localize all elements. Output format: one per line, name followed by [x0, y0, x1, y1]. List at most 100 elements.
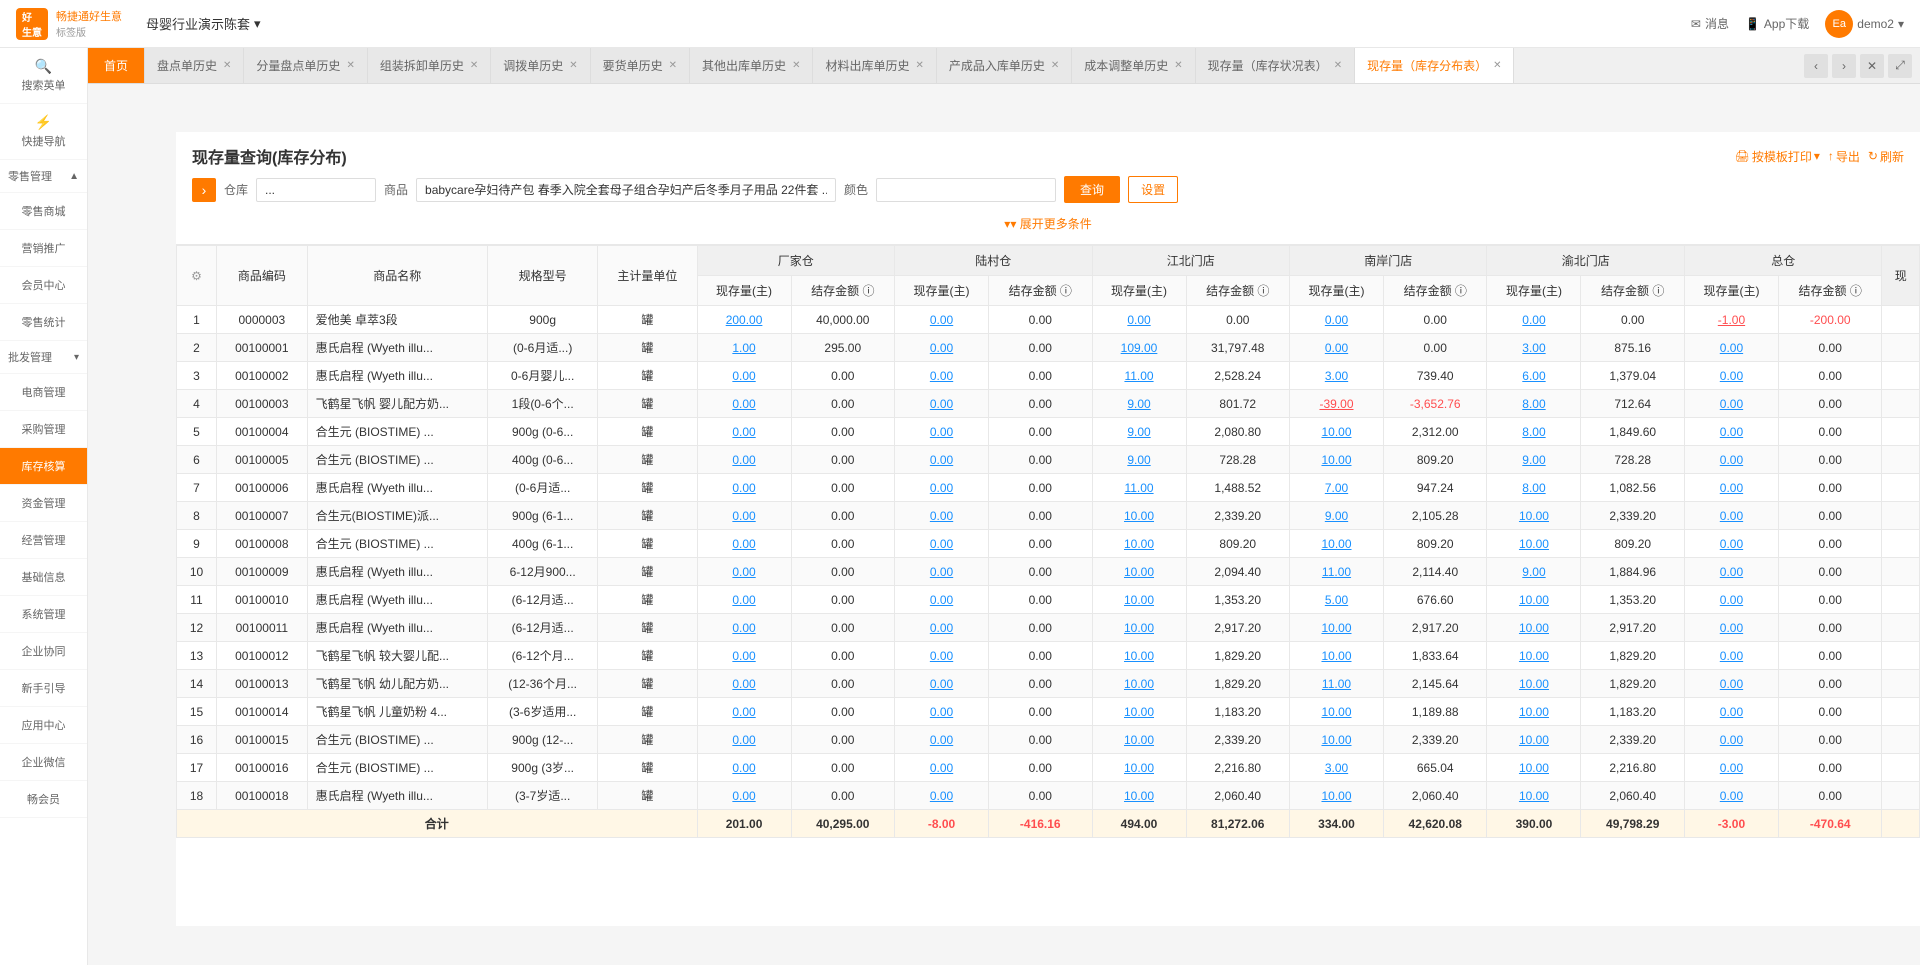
table-row: 10000003爱他美 卓萃3段900g罐200.0040,000.000.00… — [177, 306, 1920, 334]
logo-icon: 好生意 — [16, 8, 48, 40]
page-header: 现存量查询(库存分布) 🖨 按模板打印 ▾ ↑ 导出 ↻ 刷新 — [176, 132, 1920, 168]
expand-more-btn[interactable]: ▾▾ 展开更多条件 — [1004, 215, 1091, 232]
table-row: 900100008合生元 (BIOSTIME) ...400g (6-1...罐… — [177, 530, 1920, 558]
tab-transfer[interactable]: 调拨单历史 ✕ — [491, 48, 590, 84]
table-row: 1100100010惠氏启程 (Wyeth illu...(6-12月适...罐… — [177, 586, 1920, 614]
th-jb-qty: 现存量(主) — [1092, 276, 1186, 306]
sidebar-item-member2[interactable]: 畅会员 — [0, 781, 87, 818]
sidebar-item-retail[interactable]: 零售管理 ▲ — [0, 160, 87, 193]
tab-close-btn[interactable]: ✕ — [1493, 60, 1501, 71]
tab-stock-status[interactable]: 现存量（库存状况表） ✕ — [1196, 48, 1355, 84]
print-icon: 🖨 — [1735, 149, 1750, 163]
tab-material-out[interactable]: 材料出库单历史 ✕ — [813, 48, 936, 84]
sidebar-item-purchase[interactable]: 采购管理 — [0, 411, 87, 448]
sidebar-item-member[interactable]: 会员中心 — [0, 267, 87, 304]
tab-controls: ‹ › ✕ ⤢ — [1796, 54, 1920, 78]
sidebar-item-inventory[interactable]: 库存核算 — [0, 448, 87, 485]
table-row: 1400100013飞鹤星飞帆 幼儿配方奶...(12-36个月...罐0.00… — [177, 670, 1920, 698]
sidebar-item-enterprise[interactable]: 企业协同 — [0, 633, 87, 670]
goods-input[interactable] — [416, 178, 836, 202]
color-input[interactable] — [876, 178, 1056, 202]
tab-close-btn[interactable]: ✕ — [1334, 60, 1342, 71]
sidebar-item-system[interactable]: 系统管理 — [0, 596, 87, 633]
tab-cost-adjust[interactable]: 成本调整单历史 ✕ — [1072, 48, 1195, 84]
export-icon: ↑ — [1828, 149, 1834, 163]
tab-next-btn[interactable]: › — [1832, 54, 1856, 78]
tab-close-btn[interactable]: ✕ — [470, 60, 478, 71]
th-code: 商品编码 — [217, 246, 308, 306]
tab-close-btn[interactable]: ✕ — [915, 60, 923, 71]
table-row: 1600100015合生元 (BIOSTIME) ...900g (12-...… — [177, 726, 1920, 754]
sidebar-item-basic[interactable]: 基础信息 — [0, 559, 87, 596]
sidebar-item-marketing[interactable]: 营销推广 — [0, 230, 87, 267]
sidebar-item-wechat[interactable]: 企业微信 — [0, 744, 87, 781]
sidebar-item-retail-shop[interactable]: 零售商城 — [0, 193, 87, 230]
th-spec: 规格型号 — [487, 246, 597, 306]
sidebar-item-finance[interactable]: 资金管理 — [0, 485, 87, 522]
th-total-wh: 总仓 — [1684, 246, 1881, 276]
tab-close-btn[interactable]: ✕ — [223, 60, 231, 71]
refresh-btn[interactable]: ↻ 刷新 — [1868, 148, 1904, 165]
logo-area: 好生意 畅捷通好生意 标签版 母婴行业演示陈套 ▾ — [16, 8, 261, 40]
th-name: 商品名称 — [307, 246, 487, 306]
sidebar-item-operation[interactable]: 经营管理 — [0, 522, 87, 559]
tab-close-btn[interactable]: ✕ — [569, 60, 577, 71]
warehouse-label: 仓库 — [224, 181, 248, 198]
download-icon: 📱 — [1745, 17, 1760, 31]
industry-selector[interactable]: 母婴行业演示陈套 ▾ — [146, 14, 261, 33]
filter-row-1: › 仓库 商品 颜色 查询 设置 — [192, 176, 1904, 203]
page-title: 现存量查询(库存分布) — [192, 144, 347, 168]
table-row: 200100001惠氏启程 (Wyeth illu...(0-6月适...)罐1… — [177, 334, 1920, 362]
tab-product-in[interactable]: 产成品入库单历史 ✕ — [937, 48, 1072, 84]
table-row: 400100003飞鹤星飞帆 婴儿配方奶...1段(0-6个...罐0.000.… — [177, 390, 1920, 418]
tab-close-all-btn[interactable]: ✕ — [1860, 54, 1884, 78]
tab-stock-dist[interactable]: 现存量（库存分布表） ✕ — [1355, 48, 1514, 84]
warehouse-input[interactable] — [256, 178, 376, 202]
th-yb-qty: 现存量(主) — [1487, 276, 1581, 306]
print-btn[interactable]: 🖨 按模板打印 ▾ — [1735, 148, 1820, 165]
inventory-table: ⚙ 商品编码 商品名称 规格型号 主计量单位 厂家仓 陆村仓 江北门店 南岸门店… — [176, 245, 1920, 838]
tab-home[interactable]: 首页 — [88, 48, 145, 84]
sidebar-item-appcenter[interactable]: 应用中心 — [0, 707, 87, 744]
th-yb-amt: 结存金额 ⓘ — [1581, 276, 1684, 306]
tab-close-btn[interactable]: ✕ — [669, 60, 677, 71]
th-t-qty: 现存量(主) — [1684, 276, 1778, 306]
message-btn[interactable]: ✉ 消息 — [1691, 15, 1729, 32]
sidebar-item-wholesale[interactable]: 批发管理 ▾ — [0, 341, 87, 374]
sidebar-item-guide[interactable]: 新手引导 — [0, 670, 87, 707]
table-row: 1000100009惠氏启程 (Wyeth illu...6-12月900...… — [177, 558, 1920, 586]
app-download-btn[interactable]: 📱 App下载 — [1745, 15, 1809, 32]
page-actions: 🖨 按模板打印 ▾ ↑ 导出 ↻ 刷新 — [1735, 148, 1904, 165]
sidebar-item-retail-stats[interactable]: 零售统计 — [0, 304, 87, 341]
sidebar-item-search[interactable]: 🔍 搜索英单 — [0, 48, 87, 104]
tab-close-btn[interactable]: ✕ — [1174, 60, 1182, 71]
tab-bar: 首页 盘点单历史 ✕ 分量盘点单历史 ✕ 组装拆卸单历史 ✕ 调拨单历史 ✕ 要… — [88, 48, 1920, 84]
tab-other-out[interactable]: 其他出库单历史 ✕ — [690, 48, 813, 84]
sidebar-item-nav[interactable]: ⚡ 快捷导航 — [0, 104, 87, 160]
tab-order[interactable]: 要货单历史 ✕ — [591, 48, 690, 84]
search-btn[interactable]: 查询 — [1064, 176, 1120, 203]
filter-expand-toggle[interactable]: › — [192, 178, 216, 202]
top-right: ✉ 消息 📱 App下载 Ea demo2 ▾ — [1691, 10, 1904, 38]
th-t-amt: 结存金额 ⓘ — [1778, 276, 1881, 306]
th-gear[interactable]: ⚙ — [177, 246, 217, 306]
table-row: 800100007合生元(BIOSTIME)派...900g (6-1...罐0… — [177, 502, 1920, 530]
th-current: 现 — [1882, 246, 1920, 306]
sidebar-item-ecommerce[interactable]: 电商管理 — [0, 374, 87, 411]
tab-assembly[interactable]: 组装拆卸单历史 ✕ — [368, 48, 491, 84]
export-btn[interactable]: ↑ 导出 — [1828, 148, 1860, 165]
logo-text: 畅捷通好生意 标签版 — [56, 8, 122, 39]
table-row: 1700100016合生元 (BIOSTIME) ...900g (3岁...罐… — [177, 754, 1920, 782]
tab-sub-inventory[interactable]: 分量盘点单历史 ✕ — [244, 48, 367, 84]
th-jb-amt: 结存金额 ⓘ — [1186, 276, 1289, 306]
tab-prev-btn[interactable]: ‹ — [1804, 54, 1828, 78]
user-menu[interactable]: Ea demo2 ▾ — [1825, 10, 1904, 38]
tab-expand-btn[interactable]: ⤢ — [1888, 54, 1912, 78]
table-container[interactable]: ⚙ 商品编码 商品名称 规格型号 主计量单位 厂家仓 陆村仓 江北门店 南岸门店… — [176, 245, 1920, 926]
tab-close-btn[interactable]: ✕ — [346, 60, 354, 71]
tab-close-btn[interactable]: ✕ — [1051, 60, 1059, 71]
setting-btn[interactable]: 设置 — [1128, 176, 1178, 203]
message-icon: ✉ — [1691, 17, 1701, 31]
tab-inventory-check[interactable]: 盘点单历史 ✕ — [145, 48, 244, 84]
tab-close-btn[interactable]: ✕ — [792, 60, 800, 71]
